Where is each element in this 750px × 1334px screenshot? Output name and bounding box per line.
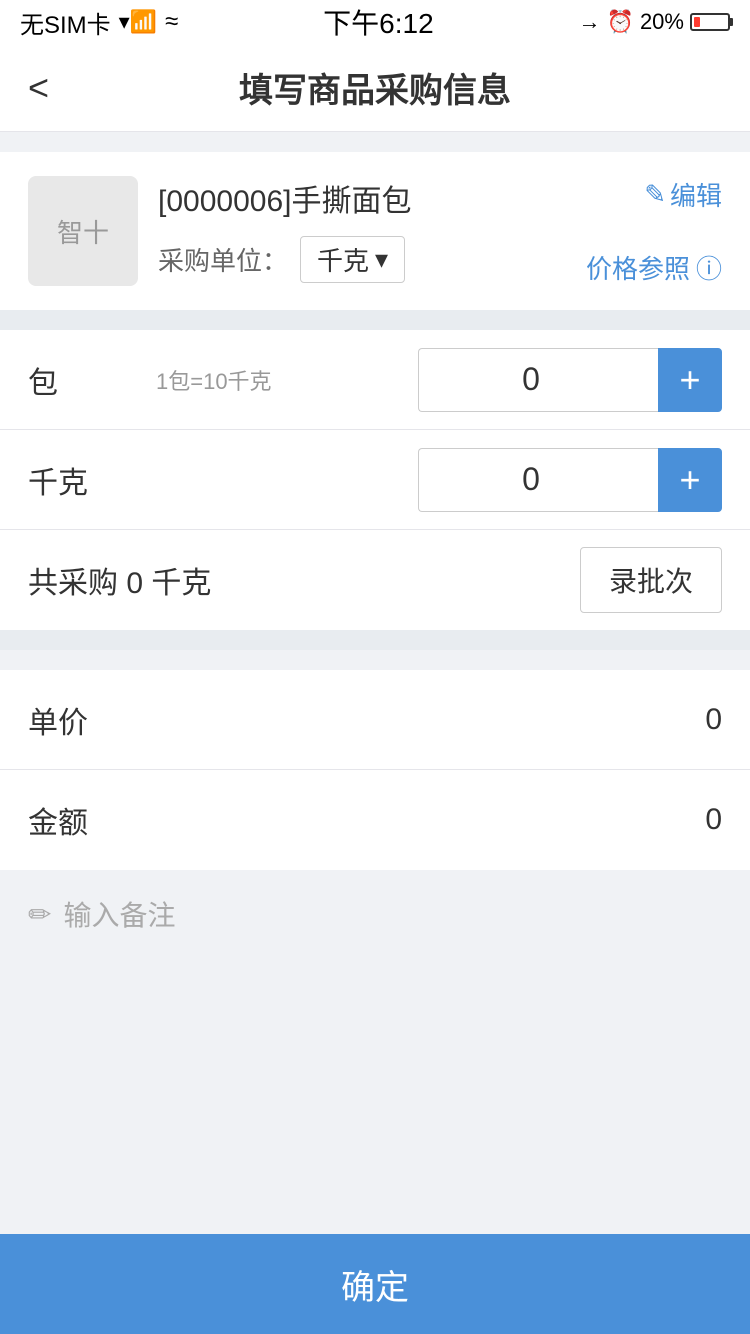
- amount-label: 金额: [28, 798, 108, 842]
- amount-row: 金额 0: [0, 770, 750, 870]
- input-section: 包 1包=10千克 + 千克 +: [0, 330, 750, 530]
- unit-label: 采购单位：: [158, 241, 288, 278]
- notes-placeholder: ✏ 输入备注: [28, 894, 722, 934]
- status-right: → ⏰ 20%: [579, 9, 730, 35]
- price-ref-label: 价格参照: [586, 249, 690, 286]
- status-time: 下午6:12: [323, 2, 434, 42]
- battery-percent: 20%: [640, 9, 684, 35]
- kg-plus-button[interactable]: +: [658, 448, 722, 512]
- nav-bar: < 填写商品采购信息: [0, 44, 750, 132]
- bag-plus-button[interactable]: +: [658, 348, 722, 412]
- kg-input-row: 千克 +: [0, 430, 750, 530]
- location-icon: →: [579, 9, 601, 35]
- product-name: [0000006]手撕面包: [158, 176, 722, 220]
- product-image: 智十: [28, 176, 138, 286]
- dropdown-arrow-icon: ▾: [375, 244, 388, 275]
- kg-label: 千克: [28, 458, 148, 502]
- notes-placeholder-text: 输入备注: [63, 894, 175, 934]
- carrier-text: 无SIM卡: [20, 5, 111, 40]
- kg-input-right: +: [418, 448, 722, 512]
- unit-select[interactable]: 千克 ▾: [300, 236, 405, 283]
- edit-button[interactable]: ✎ 编辑: [644, 176, 722, 213]
- unit-price-label: 单价: [28, 698, 108, 742]
- unit-value: 千克: [317, 241, 369, 278]
- unit-price-value: 0: [705, 703, 722, 737]
- status-bar: 无SIM卡 ▾📶 ≈ 下午6:12 → ⏰ 20%: [0, 0, 750, 44]
- batch-button[interactable]: 录批次: [580, 547, 722, 613]
- section-divider-1: [0, 310, 750, 330]
- back-button[interactable]: <: [28, 67, 49, 109]
- pencil-icon: ✏: [28, 898, 51, 931]
- confirm-button[interactable]: 确定: [0, 1234, 750, 1334]
- product-image-label: 智十: [57, 213, 109, 250]
- section-divider-2: [0, 630, 750, 650]
- kg-input[interactable]: [418, 448, 658, 512]
- summary-row: 共采购 0 千克 录批次: [0, 530, 750, 630]
- amount-value: 0: [705, 803, 722, 837]
- bag-input-row: 包 1包=10千克 +: [0, 330, 750, 430]
- status-left: 无SIM卡 ▾📶 ≈: [20, 5, 178, 40]
- alarm-icon: ⏰: [607, 9, 634, 35]
- bag-input-right: +: [418, 348, 722, 412]
- wifi-symbol: ≈: [165, 8, 178, 36]
- unit-price-row: 单价 0: [0, 670, 750, 770]
- edit-label: 编辑: [670, 176, 722, 213]
- price-ref-icon: ⓘ: [696, 249, 722, 286]
- bag-input[interactable]: [418, 348, 658, 412]
- notes-section[interactable]: ✏ 输入备注: [0, 870, 750, 1250]
- price-info-section: 单价 0 金额 0: [0, 670, 750, 870]
- product-card: 智十 [0000006]手撕面包 采购单位： 千克 ▾ ✎ 编辑 价格参照 ⓘ: [0, 152, 750, 310]
- page-title: 填写商品采购信息: [239, 63, 511, 112]
- bag-label: 包: [28, 358, 148, 402]
- wifi-icon: ▾📶: [119, 9, 157, 35]
- edit-icon: ✎: [644, 179, 666, 210]
- battery-icon: [690, 13, 730, 31]
- price-ref-button[interactable]: 价格参照 ⓘ: [586, 249, 722, 286]
- bag-sublabel: 1包=10千克: [156, 364, 272, 396]
- summary-text: 共采购 0 千克: [28, 558, 211, 602]
